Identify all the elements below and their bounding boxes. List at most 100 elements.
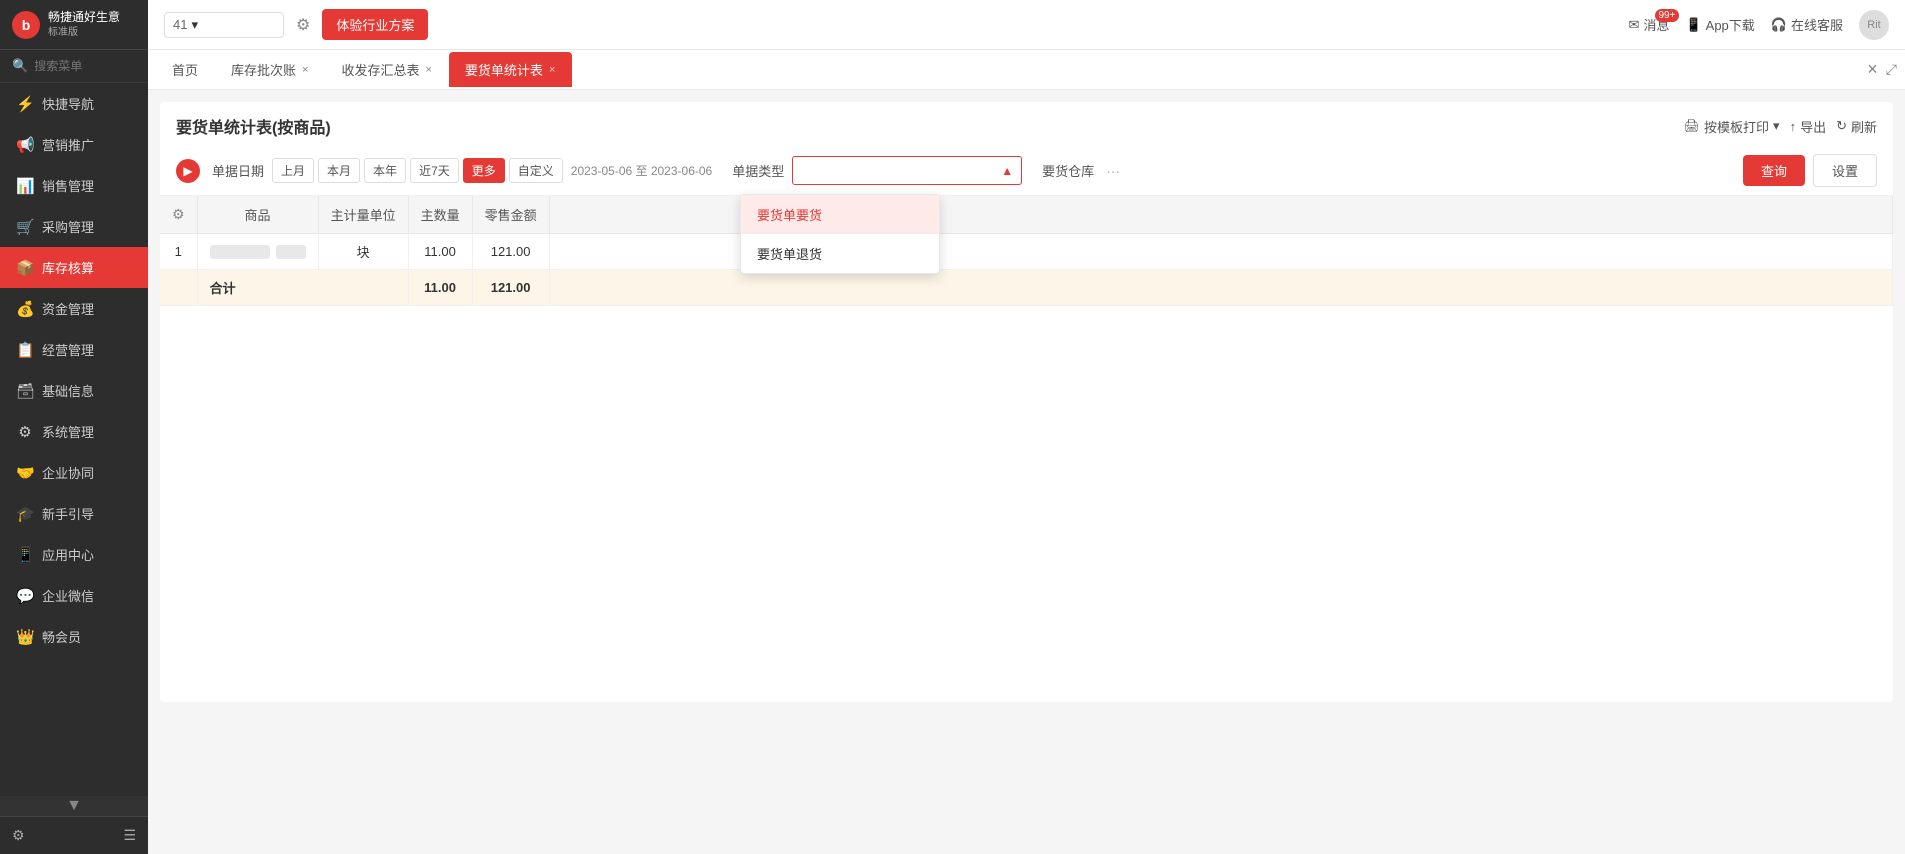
tab-order-stats[interactable]: 要货单统计表 × — [449, 52, 572, 87]
sidebar-item-guide[interactable]: 🎓 新手引导 — [0, 493, 148, 534]
tab-home[interactable]: 首页 — [156, 52, 215, 87]
warehouse-more-icon[interactable]: ··· — [1106, 163, 1120, 179]
app-download-btn[interactable]: 📱 App下载 — [1685, 15, 1754, 34]
message-icon: ✉ — [1629, 17, 1640, 33]
sidebar-item-member[interactable]: 👑 畅会员 — [0, 616, 148, 657]
page-header: 要货单统计表(按商品) 🖨 按模板打印 ▾ ↑ 导出 ↻ 刷新 — [160, 102, 1893, 146]
sidebar-item-marketing[interactable]: 📢 营销推广 — [0, 124, 148, 165]
dropdown-item-order[interactable]: 要货单要货 — [741, 195, 939, 234]
date-btn-custom[interactable]: 自定义 — [509, 158, 563, 183]
tab-receive-summary[interactable]: 收发存汇总表 × — [325, 52, 448, 87]
tab-inventory-batch[interactable]: 库存批次账 × — [215, 52, 325, 87]
sidebar: b 畅捷通好生意 标准版 🔍 ⚡ 快捷导航 📢 营销推广 📊 销售管理 🛒 采购… — [0, 0, 148, 854]
settings-footer-icon[interactable]: ⚙ — [12, 827, 25, 844]
sidebar-item-label: 经营管理 — [42, 340, 94, 359]
col-settings-icon[interactable]: ⚙ — [172, 206, 185, 222]
topbar-gear-icon[interactable]: ⚙ — [296, 15, 310, 35]
trial-btn[interactable]: 体验行业方案 — [322, 9, 428, 40]
date-btn-last-month[interactable]: 上月 — [272, 158, 314, 183]
type-selector[interactable]: ▲ — [792, 156, 1022, 185]
refresh-icon: ↻ — [1836, 118, 1847, 134]
online-service-btn[interactable]: 🎧 在线客服 — [1771, 15, 1843, 34]
sidebar-item-system[interactable]: ⚙ 系统管理 — [0, 411, 148, 452]
dropdown-item-return[interactable]: 要货单退货 — [741, 234, 939, 273]
date-btn-this-year[interactable]: 本年 — [364, 158, 406, 183]
menu-collapse-icon[interactable]: ☰ — [123, 827, 136, 844]
export-btn[interactable]: ↑ 导出 — [1790, 117, 1827, 136]
type-dropdown: 要货单要货 要货单退货 — [740, 194, 940, 274]
total-label-cell: 合计 — [197, 270, 408, 306]
sidebar-item-wechat[interactable]: 💬 企业微信 — [0, 575, 148, 616]
cell-quantity: 11.00 — [408, 234, 472, 270]
date-btn-this-month[interactable]: 本月 — [318, 158, 360, 183]
total-amount-cell: 121.00 — [472, 270, 549, 306]
marketing-icon: 📢 — [16, 136, 34, 154]
tab-inventory-batch-close[interactable]: × — [302, 64, 308, 76]
app-icon: 📱 — [1685, 17, 1701, 33]
avatar[interactable]: Rit — [1859, 10, 1889, 40]
sidebar-item-label: 快捷导航 — [42, 94, 94, 113]
total-empty-cell — [549, 270, 1892, 306]
store-id: 41 — [173, 17, 187, 32]
sidebar-item-label: 系统管理 — [42, 422, 94, 441]
page-actions: 🖨 按模板打印 ▾ ↑ 导出 ↻ 刷新 — [1684, 117, 1878, 136]
sidebar-item-basic-info[interactable]: 🗃 基础信息 — [0, 370, 148, 411]
store-selector[interactable]: 41 ▾ — [164, 12, 284, 38]
cell-unit: 块 — [318, 234, 408, 270]
warehouse-label: 要货仓库 — [1042, 161, 1094, 180]
print-dropdown-icon: ▾ — [1773, 118, 1780, 134]
tabbar-close-all-btn[interactable]: × — [1867, 59, 1878, 80]
tab-order-stats-label: 要货单统计表 — [465, 60, 543, 79]
col-settings: ⚙ — [160, 196, 197, 234]
sidebar-scroll-down[interactable]: ▼ — [0, 796, 148, 816]
filter-area: ▶ 单据日期 上月 本月 本年 近7天 更多 自定义 2023-05-06 至 … — [160, 146, 1893, 196]
logo-icon: b — [12, 11, 40, 39]
print-btn[interactable]: 🖨 按模板打印 ▾ — [1684, 117, 1780, 136]
sidebar-item-app-center[interactable]: 📱 应用中心 — [0, 534, 148, 575]
refresh-btn[interactable]: ↻ 刷新 — [1836, 117, 1877, 136]
sidebar-search[interactable]: 🔍 — [0, 50, 148, 83]
tabbar-expand-btn[interactable]: ⤢ — [1886, 61, 1897, 78]
sidebar-item-label: 营销推广 — [42, 135, 94, 154]
type-dropdown-arrow[interactable]: ▲ — [1001, 164, 1013, 178]
settings-btn[interactable]: 设置 — [1813, 154, 1877, 187]
query-btn[interactable]: 查询 — [1743, 155, 1805, 186]
app-label: App下载 — [1706, 15, 1755, 34]
col-product: 商品 — [197, 196, 318, 234]
date-btn-more[interactable]: 更多 — [463, 158, 505, 183]
date-btn-7days[interactable]: 近7天 — [410, 158, 459, 183]
sidebar-item-label: 企业微信 — [42, 586, 94, 605]
finance-icon: 💰 — [16, 300, 34, 318]
sidebar-item-quick-nav[interactable]: ⚡ 快捷导航 — [0, 83, 148, 124]
tab-receive-summary-close[interactable]: × — [425, 64, 431, 76]
sidebar-item-enterprise-collab[interactable]: 🤝 企业协同 — [0, 452, 148, 493]
filter-row: 单据日期 上月 本月 本年 近7天 更多 自定义 2023-05-06 至 20… — [212, 156, 1731, 185]
tabbar: 首页 库存批次账 × 收发存汇总表 × 要货单统计表 × × ⤢ — [148, 50, 1905, 90]
sidebar-item-label: 畅会员 — [42, 627, 81, 646]
sidebar-item-label: 应用中心 — [42, 545, 94, 564]
type-label: 单据类型 — [732, 161, 784, 180]
sidebar-item-operations[interactable]: 📋 经营管理 — [0, 329, 148, 370]
app-center-icon: 📱 — [16, 546, 34, 564]
sidebar-logo: b 畅捷通好生意 标准版 — [0, 0, 148, 50]
inventory-icon: 📦 — [16, 259, 34, 277]
sidebar-item-finance[interactable]: 💰 资金管理 — [0, 288, 148, 329]
message-btn[interactable]: ✉ 消息 99+ — [1629, 15, 1670, 34]
sidebar-item-label: 销售管理 — [42, 176, 94, 195]
table-head: ⚙ 商品 主计量单位 主数量 零售金额 — [160, 196, 1893, 234]
filter-expand-btn[interactable]: ▶ — [176, 159, 200, 183]
quick-nav-icon: ⚡ — [16, 95, 34, 113]
search-icon: 🔍 — [12, 58, 28, 74]
member-icon: 👑 — [16, 628, 34, 646]
type-input[interactable] — [801, 159, 1001, 182]
tab-order-stats-close[interactable]: × — [549, 64, 555, 76]
sidebar-item-sales[interactable]: 📊 销售管理 — [0, 165, 148, 206]
cell-index: 1 — [160, 234, 197, 270]
system-icon: ⚙ — [16, 423, 34, 441]
sidebar-item-inventory[interactable]: 📦 库存核算 — [0, 247, 148, 288]
page-title: 要货单统计表(按商品) — [176, 114, 331, 138]
export-icon: ↑ — [1790, 119, 1797, 134]
sidebar-item-purchase[interactable]: 🛒 采购管理 — [0, 206, 148, 247]
sidebar-item-label: 资金管理 — [42, 299, 94, 318]
tab-home-label: 首页 — [172, 60, 198, 79]
